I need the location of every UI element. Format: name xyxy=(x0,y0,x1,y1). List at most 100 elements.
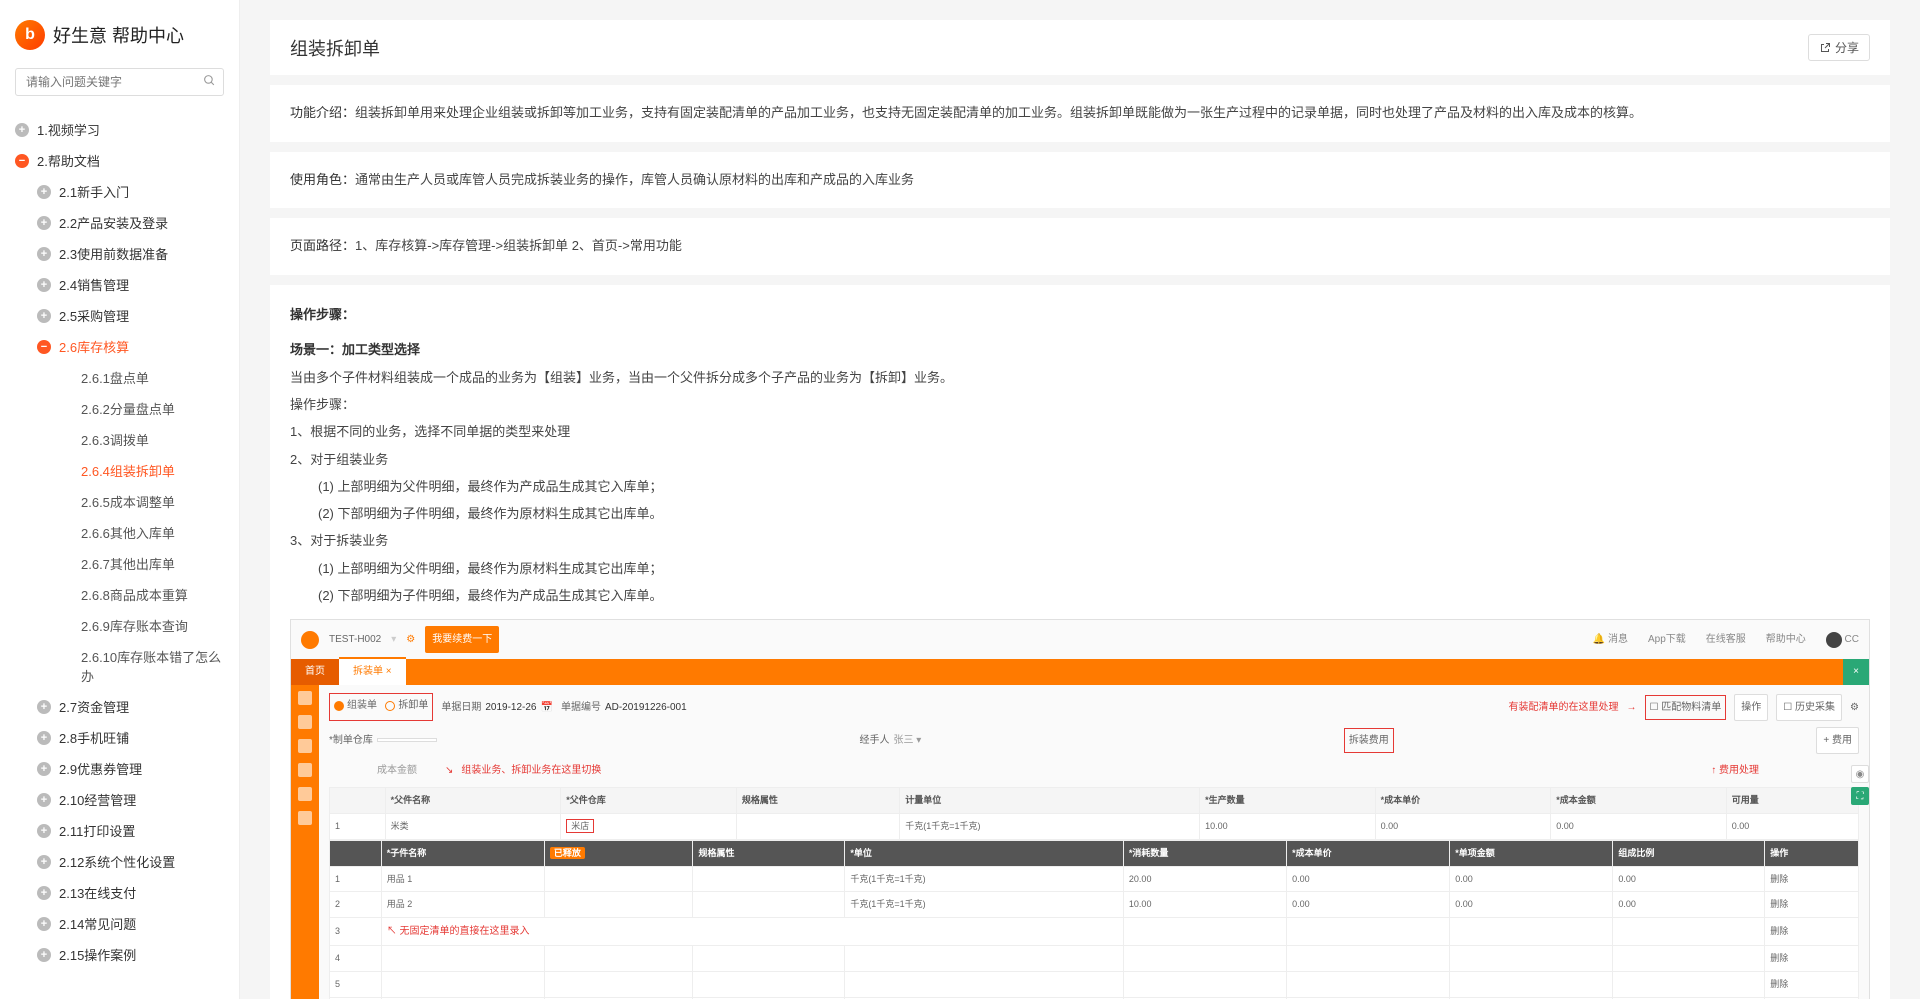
nav-2-10[interactable]: +2.10经营管理 xyxy=(37,784,224,815)
nav-2-13[interactable]: +2.13在线支付 xyxy=(37,877,224,908)
ss-help: 帮助中心 xyxy=(1766,629,1806,650)
nav-2-6-6[interactable]: 2.6.6其他入库单 xyxy=(59,517,224,548)
nav-2-6-4[interactable]: 2.6.4组装拆卸单 xyxy=(59,455,224,486)
site-title: 好生意 帮助中心 xyxy=(53,22,184,48)
operations-card: 操作步骤： 场景一：加工类型选择 当由多个子件材料组装成一个成品的业务为【组装】… xyxy=(270,285,1890,999)
ss-promo-btn: 我要续费一下 xyxy=(425,626,499,653)
step2b: (2) 下部明细为子件明细，最终作为原材料生成其它出库单。 xyxy=(290,500,1870,527)
nav-2-6-8[interactable]: 2.6.8商品成本重算 xyxy=(59,579,224,610)
step2a: (1) 上部明细为父件明细，最终作为产成品生成其它入库单； xyxy=(290,473,1870,500)
ss-app: App下载 xyxy=(1648,629,1686,650)
ss-warehouse-input xyxy=(377,738,437,742)
ss-side-icon xyxy=(298,763,312,777)
search-icon[interactable] xyxy=(203,74,216,90)
nav-2-6-10[interactable]: 2.6.10库存账本错了怎么办 xyxy=(59,641,224,691)
table-row: 1用品 1千克(1千克=1千克)20.000.000.000.00删除 xyxy=(330,866,1859,892)
ss-tabs: 首页 拆装单 × × xyxy=(291,659,1869,685)
step3b: (2) 下部明细为子件明细，最终作为产成品生成其它入库单。 xyxy=(290,582,1870,609)
ss-side-icon xyxy=(298,691,312,705)
nav-video[interactable]: +1.视频学习 xyxy=(15,114,224,145)
ss-btn-op: 操作 xyxy=(1734,694,1768,721)
ss-support: 在线客服 xyxy=(1706,629,1746,650)
nav-2-6[interactable]: −2.6库存核算 xyxy=(37,331,224,362)
sidebar: b 好生意 帮助中心 +1.视频学习 −2.帮助文档 +2.1新手入门 +2.2… xyxy=(0,0,240,999)
ss-anno-input: ↖ 无固定清单的直接在这里录入 xyxy=(387,926,530,937)
ss-type-box: 组装单 拆卸单 xyxy=(329,693,433,721)
logo-icon: b xyxy=(15,20,45,50)
path-label: 页面路径： xyxy=(290,238,355,253)
ss-side-icon xyxy=(298,715,312,729)
ss-msg: 🔔 消息 xyxy=(1593,629,1628,650)
intro-card: 功能介绍：组装拆卸单用来处理企业组装或拆卸等加工业务，支持有固定装配清单的产品加… xyxy=(270,85,1890,142)
ss-side-icon xyxy=(298,787,312,801)
ss-float-expand-icon: ⛶ xyxy=(1851,787,1869,805)
nav-docs[interactable]: −2.帮助文档 xyxy=(15,145,224,176)
ss-avatar-icon xyxy=(1826,632,1842,648)
scene-desc: 当由多个子件材料组装成一个成品的业务为【组装】业务，当由一个父件拆分成多个子产品… xyxy=(290,364,1870,391)
table-row: 5删除 xyxy=(330,972,1859,998)
ss-settings-icon: ⚙ xyxy=(1850,697,1859,718)
page-title: 组装拆卸单 xyxy=(290,35,380,61)
steps-label: 操作步骤： xyxy=(290,391,1870,418)
role-text: 通常由生产人员或库管人员完成拆装业务的操作，库管人员确认原材料的出库和产成品的入… xyxy=(355,172,914,187)
ss-topbar: TEST-H002 ▾ ⚙ 我要续费一下 🔔 消息 App下载 在线客服 帮助中… xyxy=(291,620,1869,659)
ss-tab-home: 首页 xyxy=(291,659,339,685)
ops-label: 操作步骤： xyxy=(290,301,1870,328)
nav-2-9[interactable]: +2.9优惠券管理 xyxy=(37,753,224,784)
ss-radio-assemble: 组装单 xyxy=(334,695,377,716)
intro-label: 功能介绍： xyxy=(290,105,355,120)
nav-2-14[interactable]: +2.14常见问题 xyxy=(37,908,224,939)
role-card: 使用角色：通常由生产人员或库管人员完成拆装业务的操作，库管人员确认原材料的出库和… xyxy=(270,152,1890,209)
nav-2-15[interactable]: +2.15操作案例 xyxy=(37,939,224,970)
nav-2-3[interactable]: +2.3使用前数据准备 xyxy=(37,238,224,269)
nav-2-4[interactable]: +2.4销售管理 xyxy=(37,269,224,300)
ss-sidebar xyxy=(291,685,319,999)
ss-content: 组装单 拆卸单 单据日期 2019-12-26 📅 单据编号 AD-201912… xyxy=(319,685,1869,999)
table-row: 1米类米店千克(1千克=1千克)10.000.000.000.00 xyxy=(330,813,1859,839)
nav-2-8[interactable]: +2.8手机旺铺 xyxy=(37,722,224,753)
table-row: 4删除 xyxy=(330,946,1859,972)
table-row: 3↖ 无固定清单的直接在这里录入删除 xyxy=(330,918,1859,946)
nav-2-6-9[interactable]: 2.6.9库存账本查询 xyxy=(59,610,224,641)
main-content: 组装拆卸单 分享 功能介绍：组装拆卸单用来处理企业组装或拆卸等加工业务，支持有固… xyxy=(240,0,1920,999)
nav-2-6-2[interactable]: 2.6.2分量盘点单 xyxy=(59,393,224,424)
logo-row: b 好生意 帮助中心 xyxy=(15,20,224,50)
ss-btn-history: ☐ 历史采集 xyxy=(1776,694,1842,721)
step2: 2、对于组装业务 xyxy=(290,446,1870,473)
embedded-screenshot: TEST-H002 ▾ ⚙ 我要续费一下 🔔 消息 App下载 在线客服 帮助中… xyxy=(290,619,1870,999)
intro-text: 组装拆卸单用来处理企业组装或拆卸等加工业务，支持有固定装配清单的产品加工业务，也… xyxy=(355,105,1642,120)
ss-radio-disassemble: 拆卸单 xyxy=(385,695,428,716)
ss-company: TEST-H002 xyxy=(329,629,381,650)
header: 组装拆卸单 分享 xyxy=(270,20,1890,75)
table-row: 2用品 2千克(1千克=1千克)10.000.000.000.00删除 xyxy=(330,892,1859,918)
step1: 1、根据不同的业务，选择不同单据的类型来处理 xyxy=(290,418,1870,445)
share-icon xyxy=(1819,42,1831,54)
nav-2-6-5[interactable]: 2.6.5成本调整单 xyxy=(59,486,224,517)
nav-2-2[interactable]: +2.2产品安装及登录 xyxy=(37,207,224,238)
ss-anno-switch: 组装业务、拆卸业务在这里切换 xyxy=(461,760,601,781)
ss-btn-template: ☐ 匹配物料清单 xyxy=(1645,695,1727,720)
ss-close-icon: × xyxy=(1843,659,1869,685)
path-text: 1、库存核算->库存管理->组装拆卸单 2、首页->常用功能 xyxy=(355,238,682,253)
ss-anno-cost: ↑ 费用处理 xyxy=(1711,760,1759,781)
search-input[interactable] xyxy=(15,68,224,96)
ss-parent-table: *父件名称*父件仓库规格属性计量单位*生产数量*成本单价*成本金额可用量 1米类… xyxy=(329,787,1859,840)
nav-2-6-3[interactable]: 2.6.3调拨单 xyxy=(59,424,224,455)
nav-2-12[interactable]: +2.12系统个性化设置 xyxy=(37,846,224,877)
ss-cost-btn: + 费用 xyxy=(1816,727,1859,754)
step3a: (1) 上部明细为父件明细，最终作为原材料生成其它出库单； xyxy=(290,555,1870,582)
share-button[interactable]: 分享 xyxy=(1808,34,1870,61)
path-card: 页面路径：1、库存核算->库存管理->组装拆卸单 2、首页->常用功能 xyxy=(270,218,1890,275)
ss-side-icon xyxy=(298,739,312,753)
ss-float-icon: ◉ xyxy=(1851,765,1869,783)
nav-2-6-1[interactable]: 2.6.1盘点单 xyxy=(59,362,224,393)
nav-2-5[interactable]: +2.5采购管理 xyxy=(37,300,224,331)
nav-2-6-7[interactable]: 2.6.7其他出库单 xyxy=(59,548,224,579)
nav-2-1[interactable]: +2.1新手入门 xyxy=(37,176,224,207)
step3: 3、对于拆装业务 xyxy=(290,527,1870,554)
ss-float-buttons: ◉ ⛶ xyxy=(1851,765,1869,805)
ss-side-icon xyxy=(298,811,312,825)
nav-2-11[interactable]: +2.11打印设置 xyxy=(37,815,224,846)
nav-2-7[interactable]: +2.7资金管理 xyxy=(37,691,224,722)
ss-logo-icon xyxy=(301,631,319,649)
